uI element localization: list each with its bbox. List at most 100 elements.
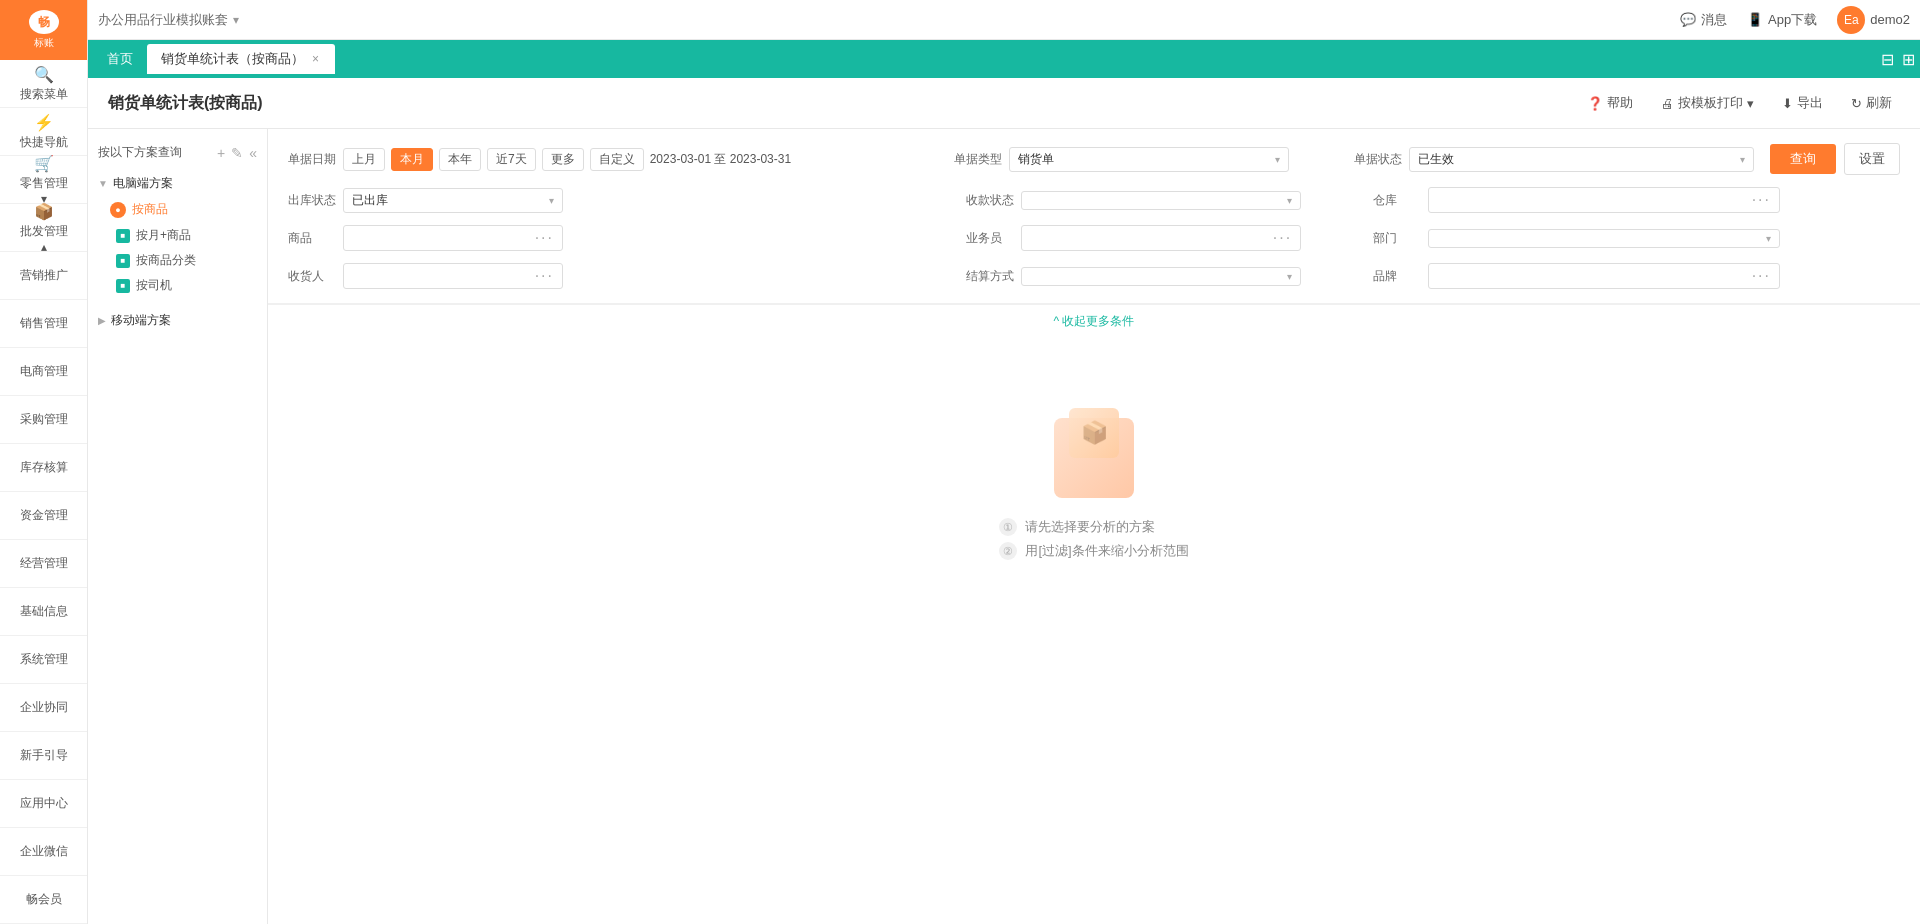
refresh-icon: ↻ — [1851, 96, 1862, 111]
hint-num-2: ② — [999, 542, 1017, 560]
sidebar-item-ecommerce[interactable]: 电商管理 — [0, 348, 87, 396]
date-btn-this-month[interactable]: 本月 — [391, 148, 433, 171]
sidebar-item-newbie[interactable]: 新手引导 — [0, 732, 87, 780]
topbar-right: 💬 消息 📱 App下载 Ea demo2 — [1680, 6, 1910, 34]
tab-minimize-icon[interactable]: ⊟ — [1881, 50, 1894, 69]
date-filter-control: 上月 本月 本年 近7天 更多 自定义 2023-03-01 至 2023-03… — [343, 148, 954, 171]
department-arrow: ▾ — [1766, 233, 1771, 244]
scheme-item-driver[interactable]: ■ 按司机 — [88, 273, 267, 298]
print-label: 按模板打印 — [1678, 94, 1743, 112]
download-icon: 📱 — [1747, 12, 1763, 27]
sidebar-item-quicknav[interactable]: ⚡ 快捷导航 — [0, 108, 87, 156]
sidebar-item-enterprise-label: 企业协同 — [20, 699, 68, 716]
help-button[interactable]: ❓ 帮助 — [1579, 90, 1641, 116]
message-label: 消息 — [1701, 11, 1727, 29]
filter-row-2: 出库状态 已出库 ▾ 收款状态 ▾ — [288, 187, 1900, 213]
settlement-label: 结算方式 — [966, 268, 1021, 285]
refresh-button[interactable]: ↻ 刷新 — [1843, 90, 1900, 116]
sidebar-item-appcenter-label: 应用中心 — [20, 795, 68, 812]
warehouse-status-select[interactable]: 已出库 ▾ — [343, 188, 563, 213]
salesperson-input[interactable]: ··· — [1021, 225, 1301, 251]
mobile-group-arrow: ▶ — [98, 315, 106, 326]
sidebar-item-purchase[interactable]: 采购管理 — [0, 396, 87, 444]
warehouse-status-label: 出库状态 — [288, 192, 343, 209]
tab-expand-icon[interactable]: ⊞ — [1902, 50, 1915, 69]
collapse-bar[interactable]: ^ 收起更多条件 — [268, 304, 1920, 338]
date-btn-more[interactable]: 更多 — [542, 148, 584, 171]
receiver-label: 收货人 — [288, 268, 343, 285]
date-btn-this-year[interactable]: 本年 — [439, 148, 481, 171]
sidebar-item-wholesale[interactable]: 📦 批发管理 ▴ — [0, 204, 87, 252]
tab-home[interactable]: 首页 — [93, 44, 147, 74]
date-btn-last-month[interactable]: 上月 — [343, 148, 385, 171]
page-header: 销货单统计表(按商品) ❓ 帮助 🖨 按模板打印 ▾ ⬇ 导出 ↻ 刷新 — [88, 78, 1920, 129]
sidebar-item-sales[interactable]: 销售管理 — [0, 300, 87, 348]
scheme-icon-by-goods: ● — [110, 202, 126, 218]
date-btn-custom[interactable]: 自定义 — [590, 148, 644, 171]
filter-row-4: 收货人 ··· 结算方式 ▾ — [288, 263, 1900, 289]
brand-control: ··· — [1428, 263, 1780, 289]
sidebar-item-system[interactable]: 系统管理 — [0, 636, 87, 684]
empty-hint-2: ② 用[过滤]条件来缩小分析范围 — [999, 542, 1188, 560]
sidebar-item-quicknav-label: 快捷导航 — [20, 134, 68, 151]
scheme-item-by-goods[interactable]: ● 按商品 — [88, 196, 267, 223]
topbar-dropdown-arrow[interactable]: ▾ — [233, 13, 239, 27]
wholesale-icon: 📦 — [34, 202, 54, 221]
warehouse-input[interactable]: ··· — [1428, 187, 1780, 213]
sidebar-item-vip[interactable]: 畅会员 — [0, 876, 87, 924]
sidebar-item-corpwechat[interactable]: 企业微信 — [0, 828, 87, 876]
tab-active-report[interactable]: 销货单统计表（按商品） × — [147, 44, 335, 74]
doc-status-arrow: ▾ — [1740, 154, 1745, 165]
add-scheme-button[interactable]: + — [217, 145, 225, 161]
department-select[interactable]: ▾ — [1428, 229, 1780, 248]
scheme-item-month-goods[interactable]: ■ 按月+商品 — [88, 223, 267, 248]
sidebar-item-enterprise[interactable]: 企业协同 — [0, 684, 87, 732]
collapse-panel-button[interactable]: « — [249, 145, 257, 161]
scheme-label-driver: 按司机 — [136, 277, 172, 294]
print-button[interactable]: 🖨 按模板打印 ▾ — [1653, 90, 1762, 116]
sidebar-item-retail[interactable]: 🛒 零售管理 ▾ — [0, 156, 87, 204]
desktop-group-title[interactable]: ▼ 电脑端方案 — [88, 171, 267, 196]
settlement-select[interactable]: ▾ — [1021, 267, 1301, 286]
warehouse-label: 仓库 — [1373, 192, 1428, 209]
sidebar-item-operations[interactable]: 经营管理 — [0, 540, 87, 588]
doc-type-select[interactable]: 销货单 ▾ — [1009, 147, 1289, 172]
topbar-user[interactable]: Ea demo2 — [1837, 6, 1910, 34]
sidebar-item-newbie-label: 新手引导 — [20, 747, 68, 764]
export-button[interactable]: ⬇ 导出 — [1774, 90, 1831, 116]
brand-input[interactable]: ··· — [1428, 263, 1780, 289]
edit-scheme-button[interactable]: ✎ — [231, 145, 243, 161]
left-panel: 按以下方案查询 + ✎ « ▼ 电脑端方案 ● 按商品 ■ 按月 — [88, 129, 268, 924]
settings-button[interactable]: 设置 — [1844, 143, 1900, 175]
sidebar-item-basic[interactable]: 基础信息 — [0, 588, 87, 636]
help-label: 帮助 — [1607, 94, 1633, 112]
date-btn-7days[interactable]: 近7天 — [487, 148, 536, 171]
scheme-item-category[interactable]: ■ 按商品分类 — [88, 248, 267, 273]
payment-status-arrow: ▾ — [1287, 195, 1292, 206]
sidebar-item-appcenter[interactable]: 应用中心 — [0, 780, 87, 828]
brand-dots-icon: ··· — [1752, 267, 1771, 285]
sidebar-item-marketing[interactable]: 营销推广 — [0, 252, 87, 300]
quicknav-icon: ⚡ — [34, 113, 54, 132]
receiver-input[interactable]: ··· — [343, 263, 563, 289]
message-icon: 💬 — [1680, 12, 1696, 27]
tab-home-label: 首页 — [107, 50, 133, 68]
hint-num-1: ① — [999, 518, 1017, 536]
mobile-group-title[interactable]: ▶ 移动端方案 — [88, 308, 267, 333]
warehouse-status-arrow: ▾ — [549, 195, 554, 206]
sidebar-item-search[interactable]: 🔍 搜索菜单 — [0, 60, 87, 108]
logo-area[interactable]: 畅 标账 — [0, 0, 87, 60]
sidebar-item-stock[interactable]: 库存核算 — [0, 444, 87, 492]
empty-box-inner: 📦 — [1069, 408, 1119, 458]
topbar-app-download[interactable]: 📱 App下载 — [1747, 11, 1817, 29]
query-button[interactable]: 查询 — [1770, 144, 1836, 174]
topbar-message[interactable]: 💬 消息 — [1680, 11, 1727, 29]
sidebar-item-finance[interactable]: 资金管理 — [0, 492, 87, 540]
goods-control: ··· — [343, 225, 966, 251]
goods-input[interactable]: ··· — [343, 225, 563, 251]
scheme-icon-driver: ■ — [116, 279, 130, 293]
doc-status-select[interactable]: 已生效 ▾ — [1409, 147, 1754, 172]
tab-close-icon[interactable]: × — [310, 52, 321, 66]
payment-status-select[interactable]: ▾ — [1021, 191, 1301, 210]
sidebar-item-search-label: 搜索菜单 — [20, 86, 68, 103]
